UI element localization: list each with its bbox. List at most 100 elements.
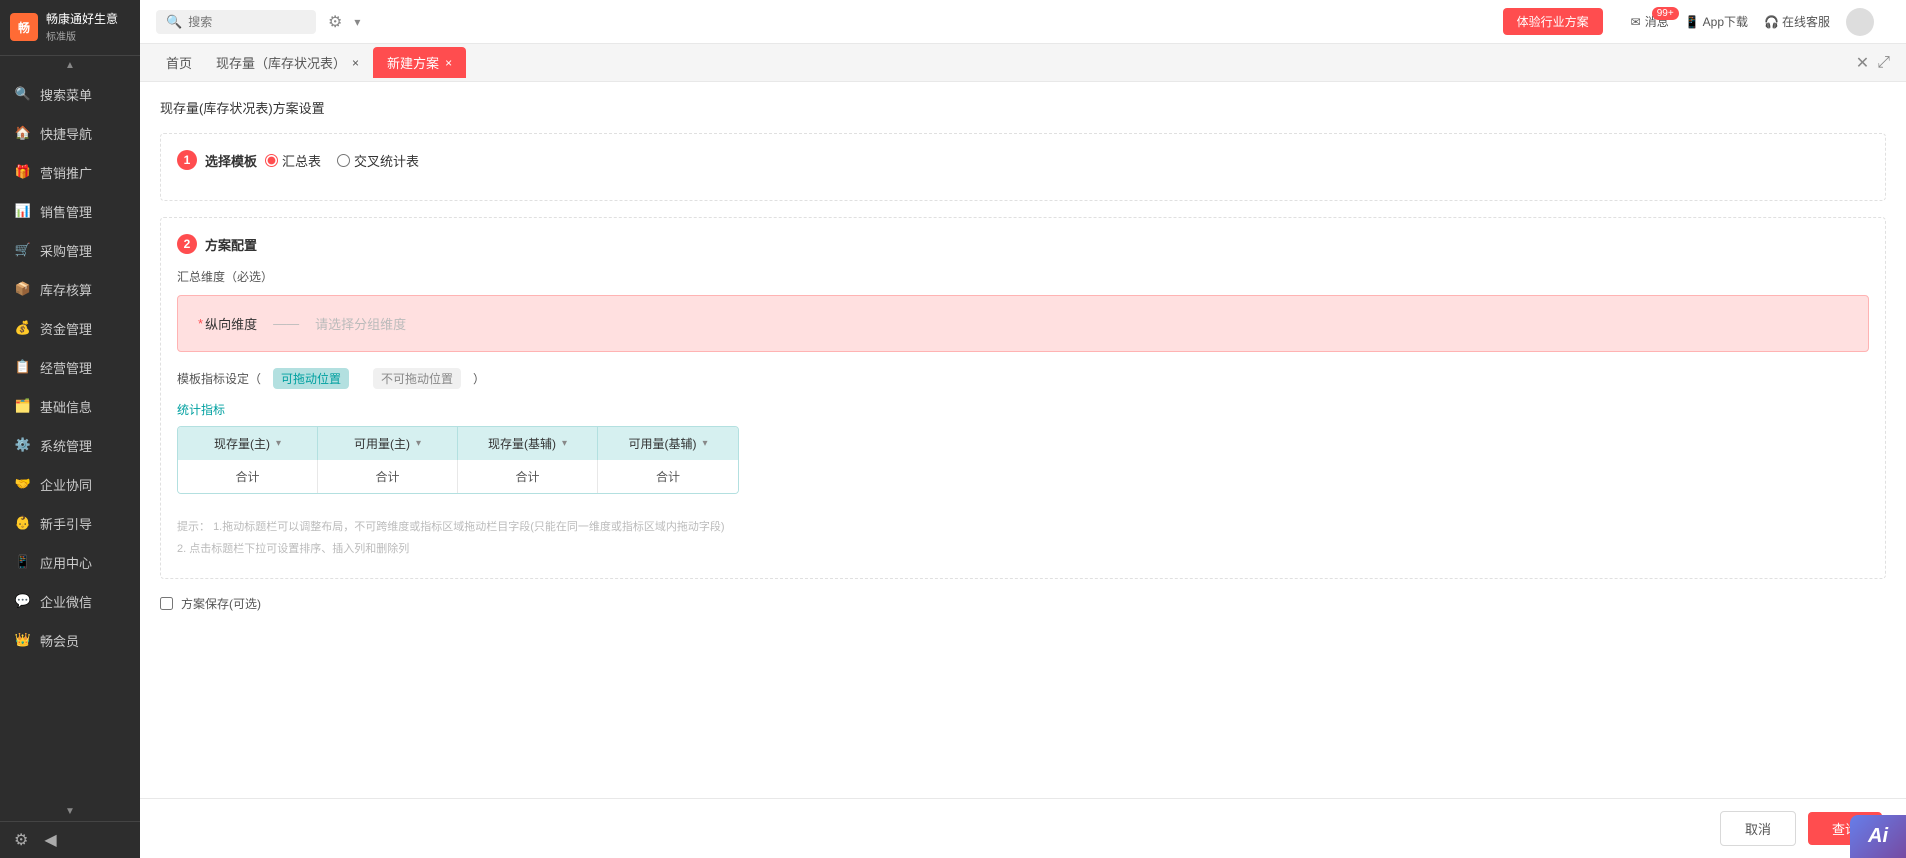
sidebar-item-quick-nav[interactable]: 🏠 快捷导航 bbox=[0, 114, 140, 153]
non-draggable-badge: 不可拖动位置 bbox=[373, 368, 461, 389]
app-version: 标准版 bbox=[46, 28, 118, 43]
sidebar-item-label: 企业协同 bbox=[40, 475, 92, 494]
new-scheme-tab-label: 新建方案 bbox=[387, 53, 439, 72]
sidebar-collapse-icon[interactable]: ◀ bbox=[44, 830, 56, 850]
sidebar-item-search-menu[interactable]: 🔍 搜索菜单 bbox=[0, 75, 140, 114]
sidebar-item-inventory[interactable]: 📦 库存核算 bbox=[0, 270, 140, 309]
tab-close-window-icon[interactable]: ✕ bbox=[1856, 53, 1869, 73]
sidebar-item-sales[interactable]: 📊 销售管理 bbox=[0, 192, 140, 231]
indicator-settings-label: 模板指标设定（ bbox=[177, 370, 261, 387]
tab-inventory-status[interactable]: 现存量（库存状况表） × bbox=[202, 47, 373, 78]
sidebar-item-wechat[interactable]: 💬 企业微信 bbox=[0, 582, 140, 621]
topbar-search-box[interactable]: 🔍 bbox=[156, 10, 316, 34]
system-icon: ⚙️ bbox=[14, 436, 32, 454]
cancel-button[interactable]: 取消 bbox=[1720, 811, 1796, 846]
radio-summary-input[interactable] bbox=[265, 154, 278, 167]
sidebar-item-system[interactable]: ⚙️ 系统管理 bbox=[0, 426, 140, 465]
inventory-tab-close-icon[interactable]: × bbox=[352, 56, 359, 70]
topbar-right: ✉ 消息 99+ 📱 App下载 🎧 在线客服 bbox=[1631, 8, 1890, 36]
messages-button[interactable]: ✉ 消息 99+ bbox=[1631, 13, 1669, 30]
sidebar-item-purchase[interactable]: 🛒 采购管理 bbox=[0, 231, 140, 270]
sidebar-item-label: 采购管理 bbox=[40, 241, 92, 260]
search-icon: 🔍 bbox=[166, 14, 182, 30]
radio-cross-input[interactable] bbox=[337, 154, 350, 167]
online-service-button[interactable]: 🎧 在线客服 bbox=[1764, 13, 1830, 30]
col-header-0-label: 现存量(主) bbox=[214, 435, 270, 452]
operation-icon: 📋 bbox=[14, 358, 32, 376]
sidebar-item-cooperation[interactable]: 🤝 企业协同 bbox=[0, 465, 140, 504]
save-checkbox-area: 方案保存(可选) bbox=[160, 595, 1886, 612]
sidebar-item-finance[interactable]: 💰 资金管理 bbox=[0, 309, 140, 348]
sidebar-logo: 畅 畅康通好生意 标准版 bbox=[0, 0, 140, 56]
col-header-1[interactable]: 可用量(主) ▾ bbox=[318, 427, 458, 460]
section-choose-template: 1 选择模板 汇总表 交叉统计表 bbox=[160, 133, 1886, 201]
purchase-icon: 🛒 bbox=[14, 241, 32, 259]
section1-number: 1 bbox=[177, 150, 197, 170]
indicator-settings: 模板指标设定（ 可拖动位置 不可拖动位置 ） bbox=[177, 368, 1869, 389]
tab-new-scheme[interactable]: 新建方案 × bbox=[373, 47, 466, 78]
sidebar-item-apps[interactable]: 📱 应用中心 bbox=[0, 543, 140, 582]
section2-number: 2 bbox=[177, 234, 197, 254]
sidebar-item-label: 新手引导 bbox=[40, 514, 92, 533]
col-body-0: 合计 bbox=[178, 460, 318, 493]
sidebar-item-label: 系统管理 bbox=[40, 436, 92, 455]
topbar-dropdown-icon[interactable]: ▾ bbox=[354, 15, 360, 29]
sidebar-nav: 🔍 搜索菜单 🏠 快捷导航 🎁 营销推广 📊 销售管理 🛒 采购管理 📦 库存核… bbox=[0, 75, 140, 802]
col-header-3[interactable]: 可用量(基辅) ▾ bbox=[598, 427, 738, 460]
sidebar-item-label: 资金管理 bbox=[40, 319, 92, 338]
sidebar-scroll-down[interactable]: ▼ bbox=[0, 802, 140, 821]
sidebar-item-basic-info[interactable]: 🗂️ 基础信息 bbox=[0, 387, 140, 426]
industry-btn[interactable]: 体验行业方案 bbox=[1503, 8, 1603, 35]
newbie-icon: 👶 bbox=[14, 514, 32, 532]
col-header-3-label: 可用量(基辅) bbox=[628, 435, 696, 452]
sidebar-settings-icon[interactable]: ⚙ bbox=[14, 830, 28, 850]
search-menu-icon: 🔍 bbox=[14, 85, 32, 103]
new-scheme-tab-close-icon[interactable]: × bbox=[445, 56, 452, 70]
tip-item-1: 2. 点击标题栏下拉可设置排序、插入列和删除列 bbox=[177, 541, 1869, 559]
app-download-button[interactable]: 📱 App下载 bbox=[1685, 13, 1748, 30]
home-tab-label: 首页 bbox=[166, 53, 192, 72]
col-header-3-chevron: ▾ bbox=[702, 438, 707, 449]
col-header-2[interactable]: 现存量(基辅) ▾ bbox=[458, 427, 598, 460]
sidebar-item-label: 基础信息 bbox=[40, 397, 92, 416]
sidebar-item-operation[interactable]: 📋 经营管理 bbox=[0, 348, 140, 387]
finance-icon: 💰 bbox=[14, 319, 32, 337]
section1-header: 1 选择模板 汇总表 交叉统计表 bbox=[177, 150, 1869, 170]
sidebar-item-label: 搜索菜单 bbox=[40, 85, 92, 104]
service-label: 在线客服 bbox=[1782, 13, 1830, 30]
topbar-gear-icon[interactable]: ⚙ bbox=[328, 12, 342, 32]
sidebar-scroll-up[interactable]: ▲ bbox=[0, 56, 140, 75]
sidebar-item-marketing[interactable]: 🎁 营销推广 bbox=[0, 153, 140, 192]
sidebar: 畅 畅康通好生意 标准版 ▲ 🔍 搜索菜单 🏠 快捷导航 🎁 营销推广 📊 销售… bbox=[0, 0, 140, 858]
tab-home[interactable]: 首页 bbox=[156, 47, 202, 78]
tip-prefix: 提示： bbox=[177, 521, 210, 533]
template-radio-group: 汇总表 交叉统计表 bbox=[265, 151, 419, 170]
search-input[interactable] bbox=[188, 15, 306, 29]
sidebar-item-label: 应用中心 bbox=[40, 553, 92, 572]
topbar: 🔍 ⚙ ▾ 体验行业方案 ✉ 消息 99+ 📱 App下载 🎧 在线客服 bbox=[140, 0, 1906, 44]
app-logo-icon: 畅 bbox=[10, 13, 38, 41]
apps-icon: 📱 bbox=[14, 553, 32, 571]
radio-summary[interactable]: 汇总表 bbox=[265, 151, 321, 170]
app-download-icon: 📱 bbox=[1685, 15, 1700, 29]
ai-badge[interactable]: Ai bbox=[1850, 815, 1906, 858]
app-name: 畅康通好生意 bbox=[46, 12, 118, 28]
draggable-badge: 可拖动位置 bbox=[273, 368, 349, 389]
radio-summary-label: 汇总表 bbox=[282, 151, 321, 170]
page-title: 现存量(库存状况表)方案设置 bbox=[160, 98, 1886, 117]
save-checkbox[interactable] bbox=[160, 597, 173, 610]
col-header-0[interactable]: 现存量(主) ▾ bbox=[178, 427, 318, 460]
col-header-2-label: 现存量(基辅) bbox=[488, 435, 556, 452]
section1-title: 选择模板 bbox=[205, 151, 257, 170]
tab-expand-icon[interactable]: ⤢ bbox=[1877, 54, 1890, 72]
col-header-0-chevron: ▾ bbox=[276, 438, 281, 449]
cooperation-icon: 🤝 bbox=[14, 475, 32, 493]
col-body-2: 合计 bbox=[458, 460, 598, 493]
sidebar-item-newbie[interactable]: 👶 新手引导 bbox=[0, 504, 140, 543]
radio-cross[interactable]: 交叉统计表 bbox=[337, 151, 419, 170]
tips-section: 提示： 1.拖动标题栏可以调整布局，不可跨维度或指标区域拖动栏目字段(只能在同一… bbox=[177, 519, 1869, 558]
sidebar-item-vip[interactable]: 👑 畅会员 bbox=[0, 621, 140, 660]
col-header-1-label: 可用量(主) bbox=[354, 435, 410, 452]
dimension-selector[interactable]: * 纵向维度 —— 请选择分组维度 bbox=[177, 295, 1869, 352]
col-header-1-chevron: ▾ bbox=[416, 438, 421, 449]
